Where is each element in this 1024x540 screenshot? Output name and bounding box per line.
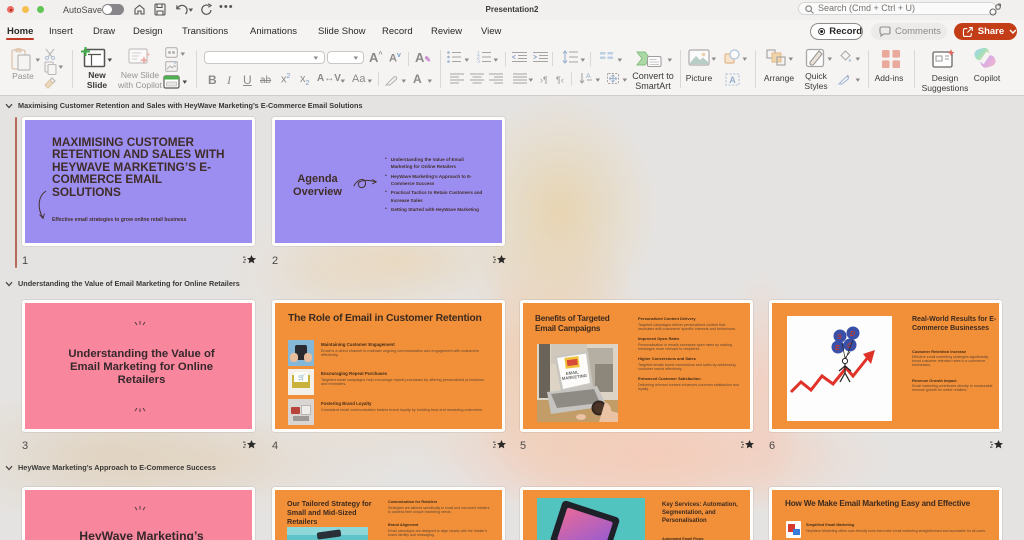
- svg-text:3: 3: [477, 60, 480, 64]
- svg-text:A: A: [586, 73, 591, 80]
- svg-text:S: S: [837, 334, 842, 341]
- svg-text:D: D: [850, 331, 855, 338]
- svg-text:A: A: [729, 75, 736, 85]
- svg-text:E: E: [835, 345, 840, 352]
